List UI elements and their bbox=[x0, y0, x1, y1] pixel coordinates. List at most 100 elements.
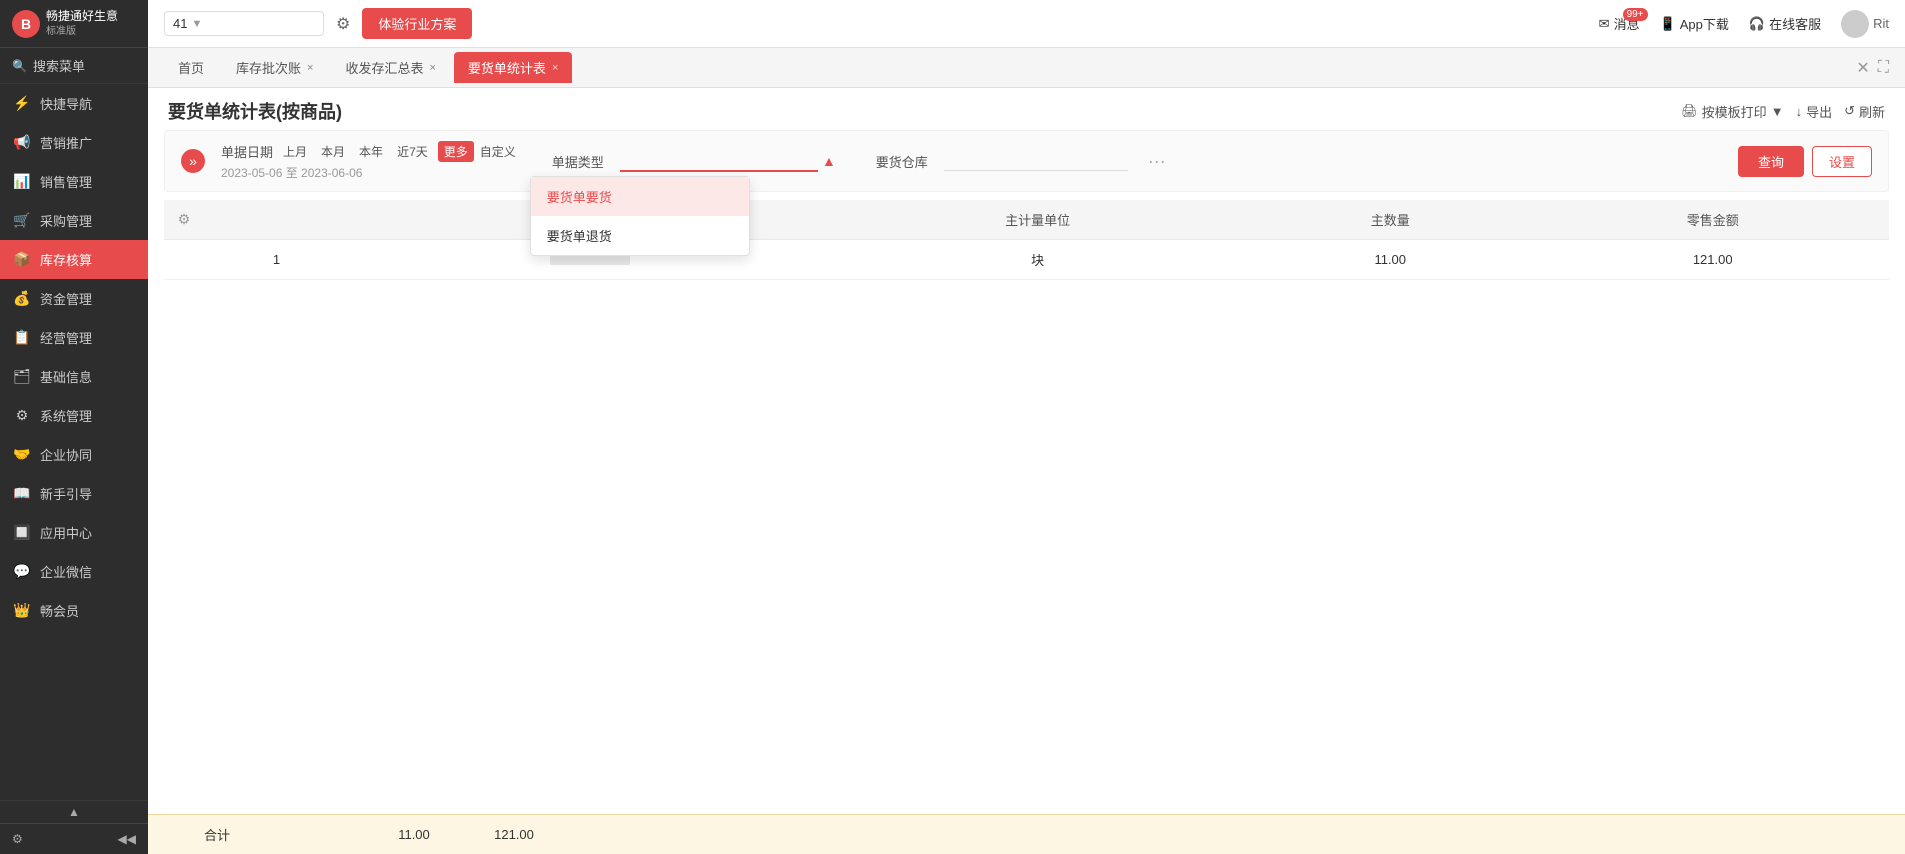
app-center-icon: 🔲 bbox=[12, 524, 32, 541]
refresh-label: 刷新 bbox=[1859, 102, 1885, 121]
online-service-label: 在线客服 bbox=[1769, 14, 1821, 33]
tab-inventory-batch-close[interactable]: × bbox=[307, 62, 313, 74]
logo-icon: B bbox=[12, 10, 40, 38]
online-service-item[interactable]: 🎧 在线客服 bbox=[1749, 14, 1821, 33]
sidebar-item-member[interactable]: 👑 畅会员 bbox=[0, 591, 148, 630]
sidebar-item-app-center[interactable]: 🔲 应用中心 bbox=[0, 513, 148, 552]
refresh-btn[interactable]: ↺ 刷新 bbox=[1844, 102, 1885, 121]
print-icon: 🖨 bbox=[1681, 103, 1698, 119]
topbar-gear-icon[interactable]: ⚙ bbox=[332, 10, 354, 38]
date-btn-last-month[interactable]: 上月 bbox=[279, 141, 311, 162]
page-title: 要货单统计表(按商品) bbox=[168, 98, 342, 124]
date-label: 单据日期 bbox=[221, 142, 273, 161]
date-btn-7days[interactable]: 近7天 bbox=[393, 141, 432, 162]
finance-icon: 💰 bbox=[12, 290, 32, 307]
tab-order-summary[interactable]: 要货单统计表 × bbox=[454, 52, 572, 83]
sidebar-item-enterprise[interactable]: 🤝 企业协同 bbox=[0, 435, 148, 474]
quick-nav-icon: ⚡ bbox=[12, 95, 32, 112]
sidebar-item-marketing[interactable]: 📢 营销推广 bbox=[0, 123, 148, 162]
wechat-icon: 💬 bbox=[12, 563, 32, 580]
sidebar-item-purchase[interactable]: 🛒 采购管理 bbox=[0, 201, 148, 240]
sidebar-item-guide[interactable]: 📖 新手引导 bbox=[0, 474, 148, 513]
store-selector[interactable]: 41 ▼ bbox=[164, 11, 324, 36]
date-range-text: 2023-05-06 至 2023-06-06 bbox=[221, 164, 516, 181]
table-body: 1 块 11.00 121.00 bbox=[164, 240, 1889, 280]
row-quantity-cell: 11.00 bbox=[1244, 240, 1536, 280]
user-name: Rit bbox=[1873, 16, 1889, 31]
messages-item[interactable]: ✉ 消息 99+ bbox=[1599, 14, 1640, 33]
footer-label: 合计 bbox=[164, 825, 364, 844]
app-name: 畅捷通好生意 bbox=[46, 9, 118, 25]
dropdown-item-order-purchase[interactable]: 要货单要货 bbox=[531, 177, 749, 216]
print-btn[interactable]: 🖨 按模板打印 ▼ bbox=[1681, 102, 1783, 121]
filter-actions: 查询 设置 bbox=[1738, 146, 1872, 177]
page-content: 要货单统计表(按商品) 🖨 按模板打印 ▼ ↓ 导出 ↺ 刷新 bbox=[148, 88, 1905, 854]
page-header: 要货单统计表(按商品) 🖨 按模板打印 ▼ ↓ 导出 ↺ 刷新 bbox=[148, 88, 1905, 130]
headset-icon: 🎧 bbox=[1749, 16, 1765, 32]
sidebar-item-system[interactable]: ⚙ 系统管理 bbox=[0, 396, 148, 435]
sidebar-item-basic[interactable]: 🗂 基础信息 bbox=[0, 357, 148, 396]
trial-btn[interactable]: 体验行业方案 bbox=[362, 8, 472, 39]
tab-recv-summary[interactable]: 收发存汇总表 × bbox=[331, 52, 449, 83]
store-value: 41 bbox=[173, 16, 187, 31]
sidebar-bottom: ⚙ ◀◀ bbox=[0, 823, 148, 854]
export-btn[interactable]: ↓ 导出 bbox=[1796, 102, 1833, 121]
sidebar-item-quick-nav[interactable]: ⚡ 快捷导航 bbox=[0, 84, 148, 123]
type-select-input[interactable] bbox=[620, 151, 818, 172]
query-button[interactable]: 查询 bbox=[1738, 146, 1804, 177]
main-area: 41 ▼ ⚙ 体验行业方案 ✉ 消息 99+ 📱 App下载 🎧 在线客服 R bbox=[148, 0, 1905, 854]
sidebar-item-label: 基础信息 bbox=[40, 367, 92, 386]
table-footer: 合计 11.00 121.00 bbox=[148, 814, 1905, 854]
settings-button[interactable]: 设置 bbox=[1812, 146, 1872, 177]
row-amount-cell: 121.00 bbox=[1536, 240, 1889, 280]
tab-home[interactable]: 首页 bbox=[164, 52, 218, 83]
scroll-up-icon[interactable]: ▲ bbox=[68, 805, 80, 819]
sidebar-item-label: 经营管理 bbox=[40, 328, 92, 347]
type-select-arrow-icon[interactable]: ▲ bbox=[818, 153, 840, 169]
filter-expand-btn[interactable]: » bbox=[181, 149, 205, 173]
app-logo: B 畅捷通好生意 标准版 bbox=[0, 0, 148, 48]
sidebar-item-label: 畅会员 bbox=[40, 601, 79, 620]
filter-date-group: 单据日期 上月 本月 本年 近7天 更多 自定义 2023-05-06 至 20… bbox=[221, 141, 516, 181]
tab-expand-icon[interactable]: ⛶ bbox=[1878, 59, 1889, 77]
type-label: 单据类型 bbox=[552, 152, 604, 171]
messages-badge: 99+ bbox=[1623, 8, 1648, 21]
table-area: ⚙ 商品 主计量单位 主数量 零售金额 1 bbox=[164, 200, 1889, 814]
tab-recv-summary-close[interactable]: × bbox=[429, 62, 435, 74]
table-settings-icon[interactable]: ⚙ bbox=[178, 211, 191, 227]
sidebar-item-sales[interactable]: 📊 销售管理 bbox=[0, 162, 148, 201]
footer-amount: 121.00 bbox=[464, 827, 564, 842]
topbar: 41 ▼ ⚙ 体验行业方案 ✉ 消息 99+ 📱 App下载 🎧 在线客服 R bbox=[148, 0, 1905, 48]
tab-window-close-icon[interactable]: ✕ bbox=[1856, 58, 1869, 78]
search-menu[interactable]: 🔍 搜索菜单 bbox=[0, 48, 148, 84]
phone-icon: 📱 bbox=[1660, 16, 1676, 32]
user-item[interactable]: Rit bbox=[1841, 10, 1889, 38]
system-icon: ⚙ bbox=[12, 407, 32, 424]
member-icon: 👑 bbox=[12, 602, 32, 619]
purchase-icon: 🛒 bbox=[12, 212, 32, 229]
date-btn-custom[interactable]: 自定义 bbox=[480, 143, 516, 160]
filter-row: » 单据日期 上月 本月 本年 近7天 更多 自定义 2023-05-06 bbox=[181, 141, 1872, 181]
operation-icon: 📋 bbox=[12, 329, 32, 346]
sidebar-item-wechat[interactable]: 💬 企业微信 bbox=[0, 552, 148, 591]
tab-inventory-batch[interactable]: 库存批次账 × bbox=[222, 52, 327, 83]
settings-icon[interactable]: ⚙ bbox=[12, 832, 23, 846]
logo-text: 畅捷通好生意 标准版 bbox=[46, 9, 118, 38]
sidebar-scroll-up: ▲ bbox=[0, 800, 148, 823]
date-btn-this-year[interactable]: 本年 bbox=[355, 141, 387, 162]
dropdown-item-order-return[interactable]: 要货单退货 bbox=[531, 216, 749, 255]
warehouse-input[interactable] bbox=[944, 151, 1128, 171]
date-btn-this-month[interactable]: 本月 bbox=[317, 141, 349, 162]
sidebar-item-operation[interactable]: 📋 经营管理 bbox=[0, 318, 148, 357]
date-btn-more[interactable]: 更多 bbox=[438, 141, 474, 162]
app-download-item[interactable]: 📱 App下载 bbox=[1660, 14, 1729, 33]
sidebar-item-label: 应用中心 bbox=[40, 523, 92, 542]
collapse-icon[interactable]: ◀◀ bbox=[118, 832, 136, 846]
sidebar-item-finance[interactable]: 💰 资金管理 bbox=[0, 279, 148, 318]
sidebar-item-inventory[interactable]: 📦 库存核算 bbox=[0, 240, 148, 279]
tab-order-summary-close[interactable]: × bbox=[552, 62, 558, 74]
tab-recv-summary-label: 收发存汇总表 bbox=[345, 58, 423, 77]
footer-quantity: 11.00 bbox=[364, 827, 464, 842]
filter-more-icon[interactable]: ··· bbox=[1148, 151, 1166, 172]
inventory-icon: 📦 bbox=[12, 251, 32, 268]
